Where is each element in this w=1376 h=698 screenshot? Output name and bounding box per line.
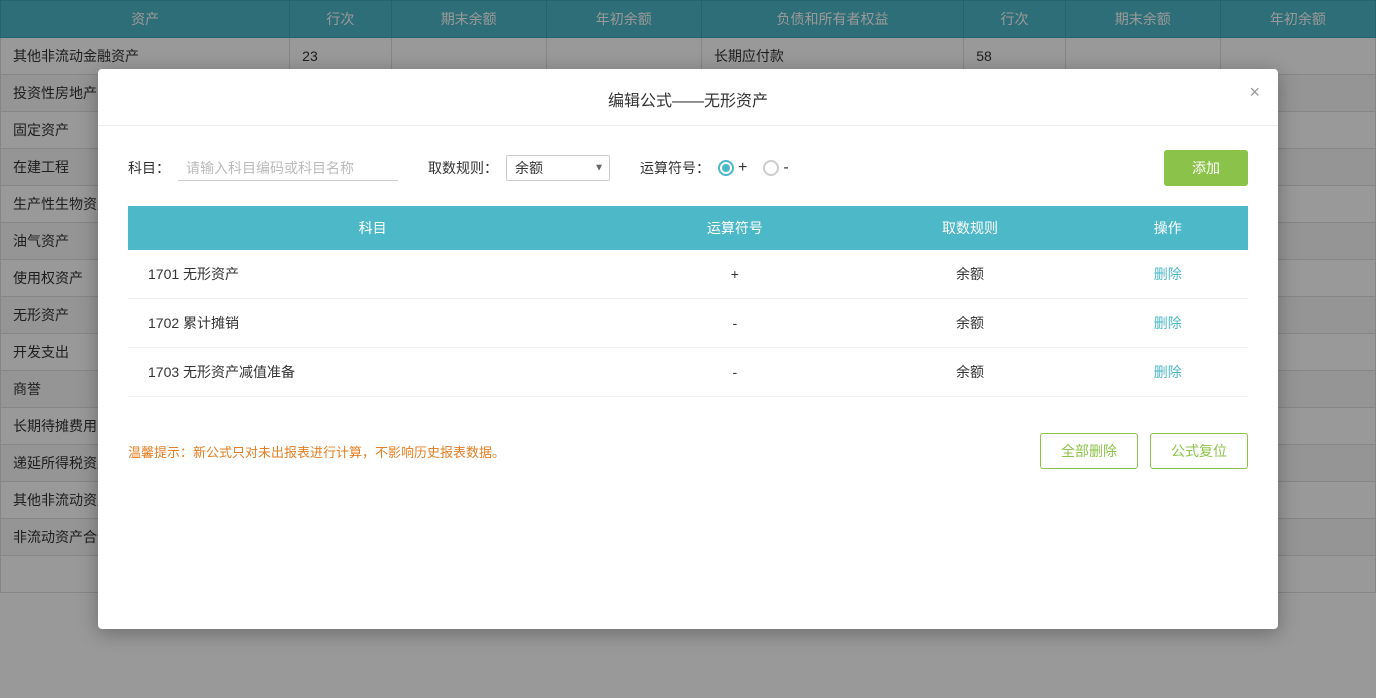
modal-title: 编辑公式——无形资产 bbox=[608, 93, 768, 110]
formula-subject-cell: 1702 累计摊销 bbox=[128, 299, 617, 348]
subject-field: 科目： bbox=[128, 156, 398, 181]
reset-formula-button[interactable]: 公式复位 bbox=[1150, 433, 1248, 469]
formula-table-row: 1701 无形资产+余额 删除 bbox=[128, 250, 1248, 299]
subject-input[interactable] bbox=[178, 156, 398, 181]
radio-plus-circle bbox=[718, 160, 734, 176]
footer-tip: 温馨提示：新公式只对未出报表进行计算，不影响历史报表数据。 bbox=[128, 442, 505, 461]
operator-field: 运算符号： + - bbox=[640, 158, 789, 178]
formula-table-row: 1702 累计摊销-余额 删除 bbox=[128, 299, 1248, 348]
table-header-row: 科目运算符号取数规则操作 bbox=[128, 206, 1248, 250]
formula-action-cell: 删除 bbox=[1088, 250, 1248, 299]
formula-rule-cell: 余额 bbox=[852, 250, 1087, 299]
radio-minus[interactable]: - bbox=[763, 159, 788, 177]
rule-select-wrapper: 余额借方贷方借方发生额贷方发生额 ▼ bbox=[506, 155, 610, 181]
delete-row-button[interactable]: 删除 bbox=[1154, 313, 1182, 333]
rule-label: 取数规则： bbox=[428, 158, 498, 178]
formula-table-header: 取数规则 bbox=[852, 206, 1087, 250]
delete-row-button[interactable]: 删除 bbox=[1154, 362, 1182, 382]
footer-buttons: 全部删除 公式复位 bbox=[1040, 433, 1248, 469]
radio-minus-label: - bbox=[783, 159, 788, 177]
form-row: 科目： 取数规则： 余额借方贷方借方发生额贷方发生额 ▼ 运算符号： bbox=[128, 150, 1248, 186]
formula-table: 科目运算符号取数规则操作 1701 无形资产+余额删除1702 累计摊销-余额删… bbox=[128, 206, 1248, 397]
modal-overlay: 编辑公式——无形资产 × 科目： 取数规则： 余额借方贷方借方发生额贷方发生额 … bbox=[0, 0, 1376, 698]
modal-dialog: 编辑公式——无形资产 × 科目： 取数规则： 余额借方贷方借方发生额贷方发生额 … bbox=[98, 69, 1278, 629]
formula-table-header: 操作 bbox=[1088, 206, 1248, 250]
modal-close-button[interactable]: × bbox=[1249, 83, 1260, 101]
rule-field: 取数规则： 余额借方贷方借方发生额贷方发生额 ▼ bbox=[428, 155, 610, 181]
formula-rule-cell: 余额 bbox=[852, 348, 1087, 397]
rule-select[interactable]: 余额借方贷方借方发生额贷方发生额 bbox=[506, 155, 610, 181]
formula-operator-cell: + bbox=[617, 250, 852, 299]
formula-operator-cell: - bbox=[617, 299, 852, 348]
delete-row-button[interactable]: 删除 bbox=[1154, 264, 1182, 284]
formula-action-cell: 删除 bbox=[1088, 299, 1248, 348]
subject-label: 科目： bbox=[128, 158, 170, 178]
formula-subject-cell: 1703 无形资产减值准备 bbox=[128, 348, 617, 397]
radio-plus-label: + bbox=[738, 159, 747, 177]
modal-body: 科目： 取数规则： 余额借方贷方借方发生额贷方发生额 ▼ 运算符号： bbox=[98, 126, 1278, 417]
delete-all-button[interactable]: 全部删除 bbox=[1040, 433, 1138, 469]
formula-rule-cell: 余额 bbox=[852, 299, 1087, 348]
table-body: 1701 无形资产+余额删除1702 累计摊销-余额删除1703 无形资产减值准… bbox=[128, 250, 1248, 397]
formula-action-cell: 删除 bbox=[1088, 348, 1248, 397]
add-button[interactable]: 添加 bbox=[1164, 150, 1248, 186]
formula-table-header: 运算符号 bbox=[617, 206, 852, 250]
formula-operator-cell: - bbox=[617, 348, 852, 397]
modal-header: 编辑公式——无形资产 × bbox=[98, 69, 1278, 126]
operator-radio-group: + - bbox=[718, 159, 789, 177]
formula-subject-cell: 1701 无形资产 bbox=[128, 250, 617, 299]
formula-table-row: 1703 无形资产减值准备-余额 删除 bbox=[128, 348, 1248, 397]
radio-minus-circle bbox=[763, 160, 779, 176]
radio-plus[interactable]: + bbox=[718, 159, 747, 177]
formula-table-header: 科目 bbox=[128, 206, 617, 250]
operator-label: 运算符号： bbox=[640, 158, 710, 178]
modal-footer: 温馨提示：新公式只对未出报表进行计算，不影响历史报表数据。 全部删除 公式复位 bbox=[98, 417, 1278, 489]
